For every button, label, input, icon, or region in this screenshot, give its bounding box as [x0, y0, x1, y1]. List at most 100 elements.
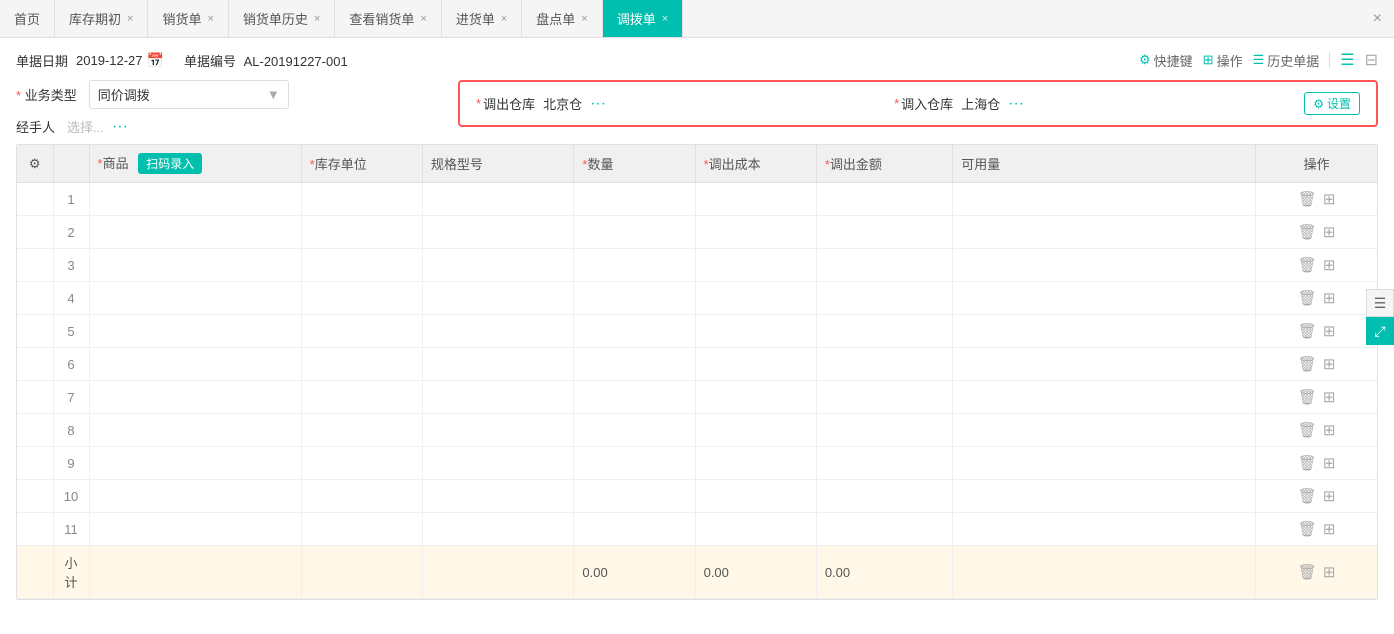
cell-cost[interactable]: [695, 348, 816, 381]
cell-qty[interactable]: [574, 513, 695, 546]
delete-icon[interactable]: 🗑: [1298, 223, 1317, 241]
history-btn[interactable]: ☰ 历史单据: [1253, 51, 1320, 70]
delete-icon[interactable]: 🗑: [1298, 388, 1317, 406]
cell-unit[interactable]: [301, 183, 422, 216]
cell-unit[interactable]: [301, 447, 422, 480]
cell-unit[interactable]: [301, 282, 422, 315]
tab-sales-history[interactable]: 销货单历史 ×: [229, 0, 335, 37]
tab-inventory-init[interactable]: 库存期初 ×: [55, 0, 148, 37]
business-type-select[interactable]: 同价调拨 ▼: [89, 80, 289, 109]
cell-cost[interactable]: [695, 249, 816, 282]
delete-icon[interactable]: 🗑: [1298, 289, 1317, 307]
cell-available[interactable]: [953, 447, 1256, 480]
cell-product[interactable]: [89, 381, 301, 414]
cell-qty[interactable]: [574, 282, 695, 315]
cell-amount[interactable]: [816, 249, 952, 282]
cell-spec[interactable]: [422, 480, 574, 513]
cell-unit[interactable]: [301, 513, 422, 546]
cell-amount[interactable]: [816, 183, 952, 216]
cell-available[interactable]: [953, 414, 1256, 447]
cell-spec[interactable]: [422, 414, 574, 447]
cell-amount[interactable]: [816, 447, 952, 480]
col-settings[interactable]: ⚙: [17, 145, 53, 183]
subtotal-copy-icon[interactable]: ⊞: [1323, 563, 1336, 581]
side-note-icon[interactable]: ☰: [1366, 289, 1394, 317]
layout-icon-1[interactable]: ☰: [1340, 50, 1354, 70]
cell-available[interactable]: [953, 513, 1256, 546]
cell-product[interactable]: [89, 183, 301, 216]
date-value[interactable]: 2019-12-27: [76, 53, 143, 68]
cell-amount[interactable]: [816, 414, 952, 447]
cell-available[interactable]: [953, 348, 1256, 381]
tab-close-inventory-init[interactable]: ×: [127, 13, 133, 25]
cell-product[interactable]: [89, 447, 301, 480]
cell-unit[interactable]: [301, 381, 422, 414]
tab-close-all[interactable]: ×: [1361, 10, 1394, 28]
delete-icon[interactable]: 🗑: [1298, 421, 1317, 439]
cell-qty[interactable]: [574, 381, 695, 414]
delete-icon[interactable]: 🗑: [1298, 256, 1317, 274]
delete-icon[interactable]: 🗑: [1298, 454, 1317, 472]
cell-product[interactable]: [89, 513, 301, 546]
delete-icon[interactable]: 🗑: [1298, 322, 1317, 340]
tab-close-view-sales[interactable]: ×: [420, 13, 426, 25]
cell-available[interactable]: [953, 480, 1256, 513]
handler-select[interactable]: 选择...: [67, 117, 104, 136]
cell-product[interactable]: [89, 216, 301, 249]
cell-product[interactable]: [89, 249, 301, 282]
tab-sales-order[interactable]: 销货单 ×: [148, 0, 228, 37]
cell-unit[interactable]: [301, 348, 422, 381]
cell-spec[interactable]: [422, 282, 574, 315]
cell-qty[interactable]: [574, 348, 695, 381]
operation-btn[interactable]: ⊞ 操作: [1203, 51, 1243, 70]
handler-more-btn[interactable]: ···: [112, 118, 128, 136]
copy-icon[interactable]: ⊞: [1323, 190, 1336, 208]
warehouse-in-value[interactable]: 上海仓: [961, 94, 1000, 113]
subtotal-delete-icon[interactable]: 🗑: [1298, 563, 1317, 581]
cell-spec[interactable]: [422, 183, 574, 216]
copy-icon[interactable]: ⊞: [1323, 355, 1336, 373]
cell-product[interactable]: [89, 315, 301, 348]
cell-amount[interactable]: [816, 282, 952, 315]
warehouse-out-more-btn[interactable]: ···: [590, 95, 606, 113]
cell-amount[interactable]: [816, 480, 952, 513]
cell-cost[interactable]: [695, 513, 816, 546]
delete-icon[interactable]: 🗑: [1298, 190, 1317, 208]
cell-available[interactable]: [953, 183, 1256, 216]
cell-qty[interactable]: [574, 249, 695, 282]
copy-icon[interactable]: ⊞: [1323, 289, 1336, 307]
tab-close-transfer[interactable]: ×: [662, 13, 668, 25]
cell-cost[interactable]: [695, 315, 816, 348]
cell-unit[interactable]: [301, 249, 422, 282]
cell-spec[interactable]: [422, 249, 574, 282]
delete-icon[interactable]: 🗑: [1298, 355, 1317, 373]
tab-transfer[interactable]: 调拨单 ×: [603, 0, 683, 37]
cell-amount[interactable]: [816, 513, 952, 546]
tab-close-sales-history[interactable]: ×: [314, 13, 320, 25]
cell-spec[interactable]: [422, 216, 574, 249]
cell-amount[interactable]: [816, 348, 952, 381]
cell-available[interactable]: [953, 381, 1256, 414]
cell-cost[interactable]: [695, 447, 816, 480]
cell-amount[interactable]: [816, 315, 952, 348]
cell-product[interactable]: [89, 480, 301, 513]
tab-close-sales-order[interactable]: ×: [207, 13, 213, 25]
cell-cost[interactable]: [695, 414, 816, 447]
cell-cost[interactable]: [695, 282, 816, 315]
cell-available[interactable]: [953, 249, 1256, 282]
tab-close-inventory-check[interactable]: ×: [581, 13, 587, 25]
warehouse-out-value[interactable]: 北京仓: [543, 94, 582, 113]
tab-purchase[interactable]: 进货单 ×: [442, 0, 522, 37]
delete-icon[interactable]: 🗑: [1298, 520, 1317, 538]
cell-available[interactable]: [953, 315, 1256, 348]
cell-product[interactable]: [89, 414, 301, 447]
copy-icon[interactable]: ⊞: [1323, 256, 1336, 274]
tab-home[interactable]: 首页: [0, 0, 55, 37]
cell-product[interactable]: [89, 282, 301, 315]
cell-unit[interactable]: [301, 480, 422, 513]
cell-amount[interactable]: [816, 216, 952, 249]
cell-spec[interactable]: [422, 348, 574, 381]
layout-icon-2[interactable]: ⊟: [1365, 50, 1378, 70]
copy-icon[interactable]: ⊞: [1323, 520, 1336, 538]
warehouse-in-more-btn[interactable]: ···: [1008, 95, 1024, 113]
